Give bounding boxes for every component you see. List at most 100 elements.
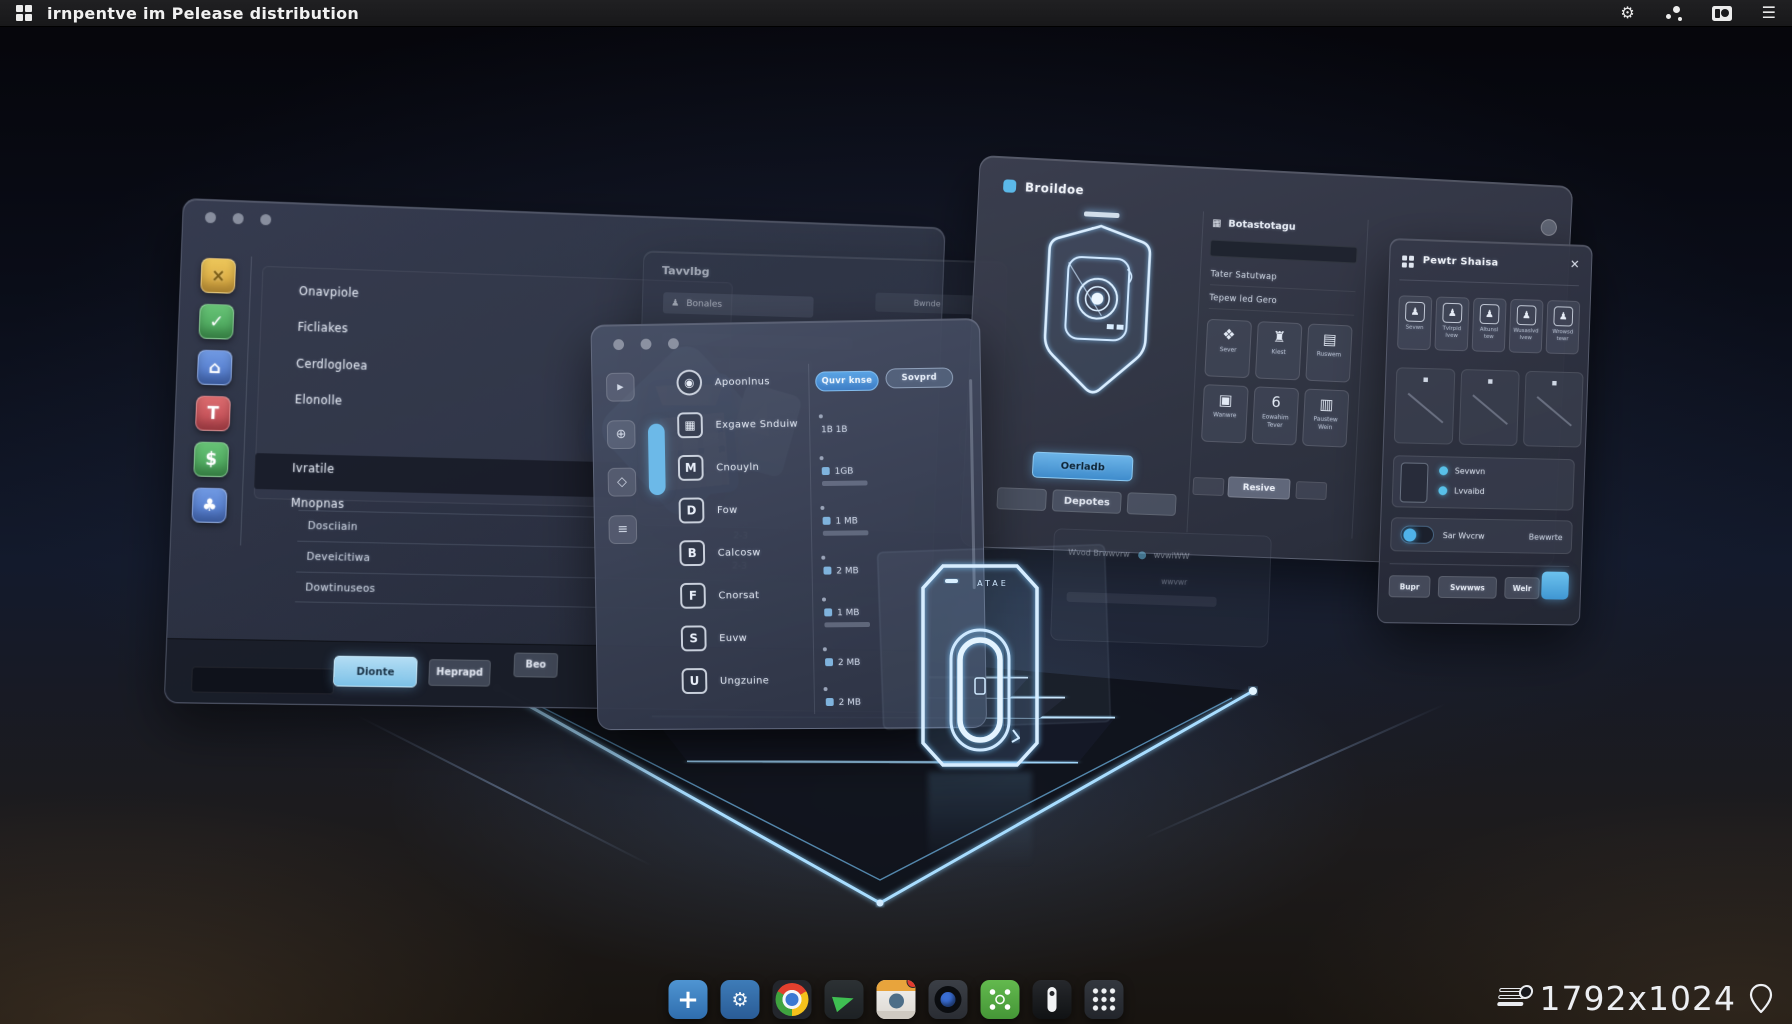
tree-icon[interactable]: ♣ [191, 487, 228, 524]
permission-tile[interactable]: ♟ Altunsl tew [1471, 297, 1507, 353]
field-row[interactable]: Tepew led Gero [1208, 287, 1356, 316]
item-label: Ungzuine [719, 675, 770, 687]
dock-pattern-app-icon[interactable] [980, 980, 1020, 1019]
person-icon: ♟ [1479, 303, 1500, 325]
feature-tile[interactable]: 6 Eowahim Tever [1251, 386, 1300, 446]
selection-indicator[interactable] [647, 423, 666, 496]
person-icon: ♟ [1516, 305, 1537, 326]
secondary-button[interactable]: Heprapd [428, 659, 491, 687]
rail-add-icon[interactable]: ⊕ [606, 420, 636, 450]
permission-tile[interactable]: ♟ Wrowsd tewr [1545, 300, 1581, 355]
preview-tile[interactable]: ▪ [1523, 370, 1584, 448]
close-x-icon[interactable]: × [200, 257, 237, 294]
toggle-switch[interactable] [1400, 525, 1435, 544]
left-aux-button[interactable] [996, 487, 1048, 512]
window-dot[interactable] [640, 338, 652, 350]
tile-label: Eowahim Tever [1261, 413, 1289, 429]
tool-icon[interactable]: T [194, 395, 231, 432]
tile-label: Tvlrpid lvew [1442, 325, 1462, 340]
list-item[interactable]: F Cnorsat [680, 580, 760, 611]
preview-tile[interactable]: ▪ [1393, 367, 1456, 445]
person-row[interactable]: ♟ Bonales [662, 292, 814, 318]
window-dot[interactable] [232, 212, 244, 225]
rail-shape-icon[interactable]: ◇ [607, 467, 637, 497]
close-icon[interactable]: ✕ [1570, 257, 1580, 271]
person-icon: ♟ [1404, 301, 1426, 323]
filter-pill-secondary[interactable]: Sovprd [885, 367, 954, 389]
window-controls[interactable] [204, 211, 272, 226]
home-icon[interactable]: ⌂ [196, 349, 233, 386]
chip-button[interactable]: Bwnde [875, 292, 980, 315]
tile-label: Kiest [1271, 348, 1286, 357]
nodes-icon[interactable] [1665, 5, 1682, 21]
row-label: Deveicitiwa [306, 550, 371, 565]
feature-tile[interactable]: ▣ Wanwre [1200, 384, 1249, 444]
list-item[interactable]: B Calcosw [679, 537, 761, 568]
right-aux-button[interactable] [1126, 492, 1177, 516]
dock-meter-app-icon[interactable] [1032, 980, 1072, 1019]
reports-button[interactable]: Depotes [1051, 489, 1122, 514]
status-row: Lvvaibd [1438, 486, 1485, 496]
resolution-status: 1792x1024 [1496, 979, 1775, 1018]
icon-rail: ▸ ⊕ ◇ ≡ [605, 372, 638, 563]
dock-plus-app-icon[interactable]: + [668, 980, 708, 1019]
screenshot-icon[interactable] [1711, 5, 1732, 21]
panel-button[interactable]: Svwwws [1437, 575, 1498, 599]
panel-divider [808, 363, 816, 715]
permission-tile[interactable]: ♟ Sevwn [1397, 295, 1433, 351]
list-item[interactable]: ◉ Apoonlnus [676, 366, 770, 397]
list-item[interactable]: D Fow [678, 495, 738, 525]
dock-swoosh-app-icon[interactable]: ▶ [824, 980, 864, 1019]
dock-chrome-icon[interactable] [772, 980, 812, 1019]
verify-button[interactable]: Oerladb [1031, 451, 1134, 482]
item-icon: U [681, 668, 708, 695]
permission-tile[interactable]: ♟ Tvlrpid lvew [1434, 296, 1470, 352]
tertiary-button[interactable]: Beo [513, 652, 559, 678]
dock-tools-app-icon[interactable]: ⚙ [720, 980, 760, 1019]
rail-list-icon[interactable]: ≡ [608, 515, 638, 545]
dropdown-field[interactable] [1209, 239, 1358, 264]
dock-photos-app-icon[interactable] [876, 980, 916, 1019]
check-icon[interactable]: ✓ [198, 303, 235, 340]
aux-button[interactable] [1295, 481, 1328, 501]
currency-icon[interactable]: $ [193, 441, 230, 478]
feature-tile[interactable]: ♜ Kiest [1254, 321, 1303, 381]
size-value: 1 MB [820, 505, 942, 536]
rail-play-icon[interactable]: ▸ [605, 372, 635, 402]
item-label: Cnorsat [718, 589, 760, 601]
feature-tile[interactable]: ▤ Ruswem [1305, 323, 1353, 383]
window-dot[interactable] [667, 338, 679, 350]
feature-tile[interactable]: ❖ Sever [1204, 318, 1253, 379]
resolve-button[interactable]: Resive [1227, 476, 1291, 500]
aux-button[interactable] [1192, 476, 1225, 497]
menu-hamburger-icon[interactable]: ☰ [1762, 5, 1776, 21]
dock-launcher-icon[interactable] [1084, 980, 1124, 1019]
start-grid-icon[interactable] [16, 4, 33, 22]
item-icon: B [679, 540, 706, 567]
panel-button[interactable]: Bupr [1388, 575, 1431, 598]
footer-input[interactable] [190, 666, 335, 695]
item-label: Euvw [719, 632, 748, 644]
permission-tile[interactable]: ♟ Wusaslvd lvew [1508, 298, 1544, 354]
list-item[interactable]: S Euvw [680, 623, 748, 653]
tile-icon: ♜ [1272, 327, 1287, 347]
filter-pill-primary[interactable]: Quvr knse [815, 370, 879, 392]
dock-lens-app-icon[interactable] [928, 980, 968, 1019]
panel-button[interactable]: Welr [1504, 576, 1540, 600]
size-value: 1B 1B [818, 414, 940, 435]
feature-tile[interactable]: ▥ Paustew Wein [1301, 388, 1350, 448]
list-item[interactable]: M Cnouyln [677, 452, 760, 483]
confirm-blue-button[interactable] [1541, 571, 1570, 600]
window-controls[interactable] [613, 338, 679, 351]
window-dot[interactable] [260, 213, 272, 226]
person-icon: ♟ [1442, 302, 1463, 324]
item-icon: ▦ [677, 412, 704, 439]
list-item[interactable]: ▦ Exgawe Snduiw [677, 409, 798, 441]
list-item[interactable]: U Ungzuine [681, 666, 769, 696]
window-dot[interactable] [613, 339, 625, 351]
primary-button[interactable]: Dionte [332, 655, 418, 688]
preview-tile[interactable]: ▪ [1458, 369, 1520, 447]
window-gear-icon[interactable] [1540, 218, 1558, 237]
window-dot[interactable] [204, 211, 217, 224]
settings-gear-icon[interactable]: ⚙ [1620, 5, 1634, 21]
